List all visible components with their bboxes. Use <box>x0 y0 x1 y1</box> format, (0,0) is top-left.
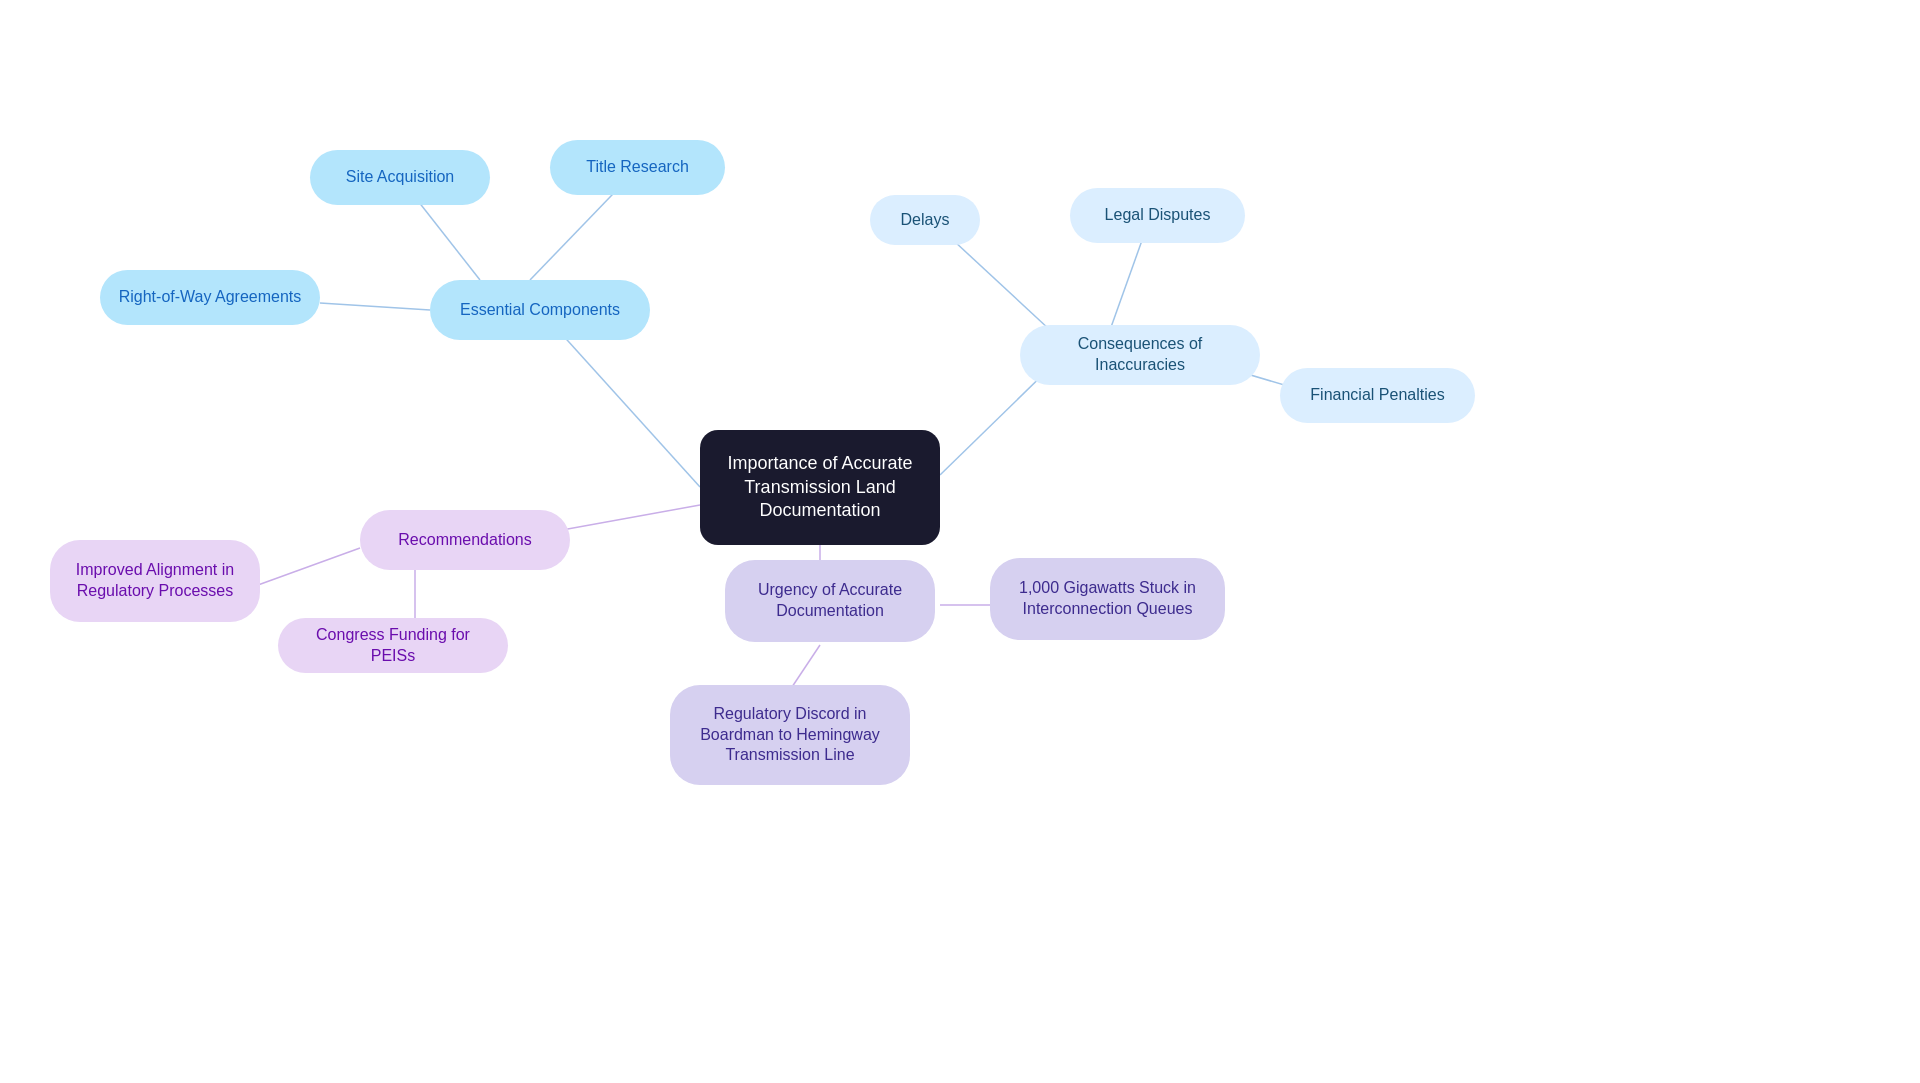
essential-components-label: Essential Components <box>460 300 620 321</box>
urgency-node: Urgency of Accurate Documentation <box>725 560 935 642</box>
essential-components-node: Essential Components <box>430 280 650 340</box>
congress-funding-node: Congress Funding for PEISs <box>278 618 508 673</box>
svg-line-9 <box>258 548 360 585</box>
site-acquisition-node: Site Acquisition <box>310 150 490 205</box>
consequences-label: Consequences of Inaccuracies <box>1038 334 1242 376</box>
site-acquisition-label: Site Acquisition <box>346 167 455 188</box>
svg-line-13 <box>790 645 820 690</box>
delays-node: Delays <box>870 195 980 245</box>
consequences-node: Consequences of Inaccuracies <box>1020 325 1260 385</box>
center-node: Importance of Accurate Transmission Land… <box>700 430 940 545</box>
financial-penalties-node: Financial Penalties <box>1280 368 1475 423</box>
urgency-label: Urgency of Accurate Documentation <box>743 580 917 622</box>
right-of-way-label: Right-of-Way Agreements <box>119 287 302 308</box>
legal-disputes-label: Legal Disputes <box>1105 205 1211 226</box>
gigawatts-label: 1,000 Gigawatts Stuck in Interconnection… <box>1008 578 1207 620</box>
gigawatts-node: 1,000 Gigawatts Stuck in Interconnection… <box>990 558 1225 640</box>
recommendations-node: Recommendations <box>360 510 570 570</box>
right-of-way-node: Right-of-Way Agreements <box>100 270 320 325</box>
improved-alignment-label: Improved Alignment in Regulatory Process… <box>68 560 242 602</box>
congress-funding-label: Congress Funding for PEISs <box>296 625 490 667</box>
legal-disputes-node: Legal Disputes <box>1070 188 1245 243</box>
center-label: Importance of Accurate Transmission Land… <box>718 452 922 522</box>
improved-alignment-node: Improved Alignment in Regulatory Process… <box>50 540 260 622</box>
regulatory-discord-node: Regulatory Discord in Boardman to Heming… <box>670 685 910 785</box>
delays-label: Delays <box>901 210 950 231</box>
title-research-label: Title Research <box>586 157 689 178</box>
recommendations-label: Recommendations <box>398 530 531 551</box>
title-research-node: Title Research <box>550 140 725 195</box>
svg-line-3 <box>320 303 430 310</box>
financial-penalties-label: Financial Penalties <box>1310 385 1444 406</box>
regulatory-discord-label: Regulatory Discord in Boardman to Heming… <box>688 704 892 766</box>
